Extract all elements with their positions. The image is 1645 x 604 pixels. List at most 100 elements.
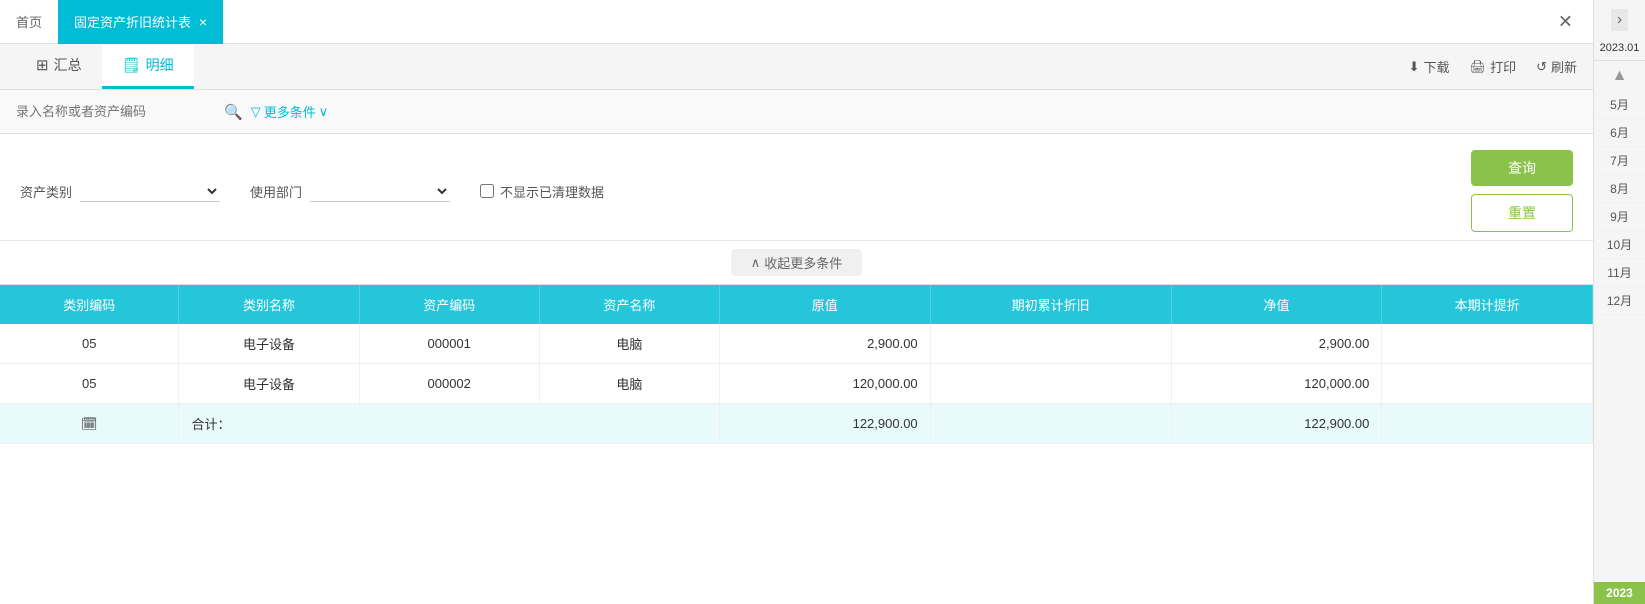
filter-icon: ▽ [251, 104, 261, 120]
active-tab[interactable]: 固定资产折旧统计表 × [58, 0, 223, 44]
filter-bar: 🔍 ▽ 更多条件 ∨ [0, 90, 1593, 134]
filter-action-buttons: 查询 重置 [1471, 150, 1573, 232]
cell-category-name: 电子设备 [179, 324, 359, 364]
download-label: 下载 [1424, 57, 1450, 76]
data-table-container: 类别编码 类别名称 资产编码 资产名称 原值 期初累计折旧 净值 本期计提折 0… [0, 285, 1593, 604]
tab-summary[interactable]: ⊞ 汇总 [16, 44, 102, 89]
total-label: 合计： [179, 404, 719, 444]
tab-detail-label: 明细 [146, 55, 174, 75]
cell-current-period [1382, 324, 1593, 364]
summary-icon: ⊞ [36, 56, 49, 74]
download-icon: ⬇ [1409, 59, 1420, 75]
table-row: 05 电子设备 000002 电脑 120,000.00 120,000.00 [0, 364, 1593, 404]
col-acc-depreciation: 期初累计折旧 [930, 285, 1171, 324]
table-row: 05 电子设备 000001 电脑 2,900.00 2,900.00 [0, 324, 1593, 364]
cell-asset-name: 电脑 [539, 364, 719, 404]
department-select[interactable] [310, 180, 450, 202]
total-acc-depreciation [930, 404, 1171, 444]
home-tab[interactable]: 首页 [16, 12, 58, 31]
table-header-row: 类别编码 类别名称 资产编码 资产名称 原值 期初累计折旧 净值 本期计提折 [0, 285, 1593, 324]
sub-tabs: ⊞ 汇总 🗒 明细 [16, 44, 194, 89]
asset-category-label: 资产类别 [20, 182, 72, 201]
col-net-value: 净值 [1171, 285, 1382, 324]
col-asset-name: 资产名称 [539, 285, 719, 324]
refresh-label: 刷新 [1551, 57, 1577, 76]
sidebar-expand-button[interactable]: › [1594, 4, 1645, 36]
top-nav: 首页 固定资产折旧统计表 × ✕ [0, 0, 1593, 44]
chevron-down-icon: ∨ [319, 104, 329, 120]
sidebar-month-6[interactable]: 6月 [1594, 119, 1645, 147]
query-button[interactable]: 查询 [1471, 150, 1573, 186]
col-asset-code: 资产编码 [359, 285, 539, 324]
print-icon: 🖨 [1470, 59, 1487, 75]
cell-asset-name: 电脑 [539, 324, 719, 364]
hide-cleared-label: 不显示已清理数据 [500, 182, 604, 201]
department-filter: 使用部门 [250, 180, 450, 202]
download-button[interactable]: ⬇ 下载 [1409, 57, 1450, 76]
scroll-up-button[interactable]: ▲ [1606, 61, 1634, 91]
sidebar-month-9[interactable]: 9月 [1594, 203, 1645, 231]
cell-acc-depreciation [930, 324, 1171, 364]
refresh-button[interactable]: ↺ 刷新 [1536, 57, 1577, 76]
cell-net-value: 120,000.00 [1171, 364, 1382, 404]
sidebar-month-5[interactable]: 5月 [1594, 91, 1645, 119]
cell-net-value: 2,900.00 [1171, 324, 1382, 364]
cell-current-period [1382, 364, 1593, 404]
cell-original-value: 2,900.00 [719, 324, 930, 364]
cell-asset-code: 000002 [359, 364, 539, 404]
collapse-label: 收起更多条件 [764, 253, 842, 272]
total-row: 🗓 合计： 122,900.00 122,900.00 [0, 404, 1593, 444]
cell-category-code: 05 [0, 364, 179, 404]
more-conditions-label: 更多条件 [264, 102, 316, 121]
asset-category-filter: 资产类别 [20, 180, 220, 202]
hide-cleared-checkbox[interactable] [480, 184, 494, 198]
search-icon[interactable]: 🔍 [224, 103, 243, 121]
sidebar-month-10[interactable]: 10月 [1594, 231, 1645, 259]
toolbar-actions: ⬇ 下载 🖨 打印 ↺ 刷新 [1409, 57, 1577, 76]
detail-icon: 🗒 [122, 56, 141, 74]
cell-category-name: 电子设备 [179, 364, 359, 404]
year-badge: 2023 [1594, 582, 1645, 604]
hide-cleared-filter: 不显示已清理数据 [480, 182, 604, 201]
print-button[interactable]: 🖨 打印 [1470, 57, 1517, 76]
collapse-button[interactable]: ∧ 收起更多条件 [731, 249, 863, 276]
col-category-code: 类别编码 [0, 285, 179, 324]
active-tab-label: 固定资产折旧统计表 [74, 12, 191, 31]
total-icon: 🗓 [81, 416, 98, 431]
cell-acc-depreciation [930, 364, 1171, 404]
cell-asset-code: 000001 [359, 324, 539, 364]
col-category-name: 类别名称 [179, 285, 359, 324]
sidebar-month-12[interactable]: 12月 [1594, 287, 1645, 315]
col-current-period: 本期计提折 [1382, 285, 1593, 324]
right-sidebar: › 2023.01 ▲ 5月 6月 7月 8月 9月 10月 11月 12月 2… [1593, 0, 1645, 604]
advanced-filter-panel: 资产类别 使用部门 不显示已清理数据 [0, 134, 1593, 241]
filter-row-1: 资产类别 使用部门 不显示已清理数据 [20, 150, 1573, 232]
asset-category-select[interactable] [80, 180, 220, 202]
total-net-value: 122,900.00 [1171, 404, 1382, 444]
tab-close-button[interactable]: × [199, 14, 207, 30]
collapse-bar: ∧ 收起更多条件 [0, 241, 1593, 285]
print-label: 打印 [1490, 57, 1516, 76]
search-input[interactable] [16, 104, 216, 119]
col-original-value: 原值 [719, 285, 930, 324]
department-label: 使用部门 [250, 182, 302, 201]
collapse-icon: ∧ [751, 255, 761, 271]
data-table: 类别编码 类别名称 资产编码 资产名称 原值 期初累计折旧 净值 本期计提折 0… [0, 285, 1593, 444]
cell-original-value: 120,000.00 [719, 364, 930, 404]
total-icon-cell: 🗓 [0, 404, 179, 444]
expand-icon: › [1611, 9, 1628, 31]
sub-tab-bar: ⊞ 汇总 🗒 明细 ⬇ 下载 🖨 打印 ↺ 刷新 [0, 44, 1593, 90]
sidebar-month-7[interactable]: 7月 [1594, 147, 1645, 175]
window-close-button[interactable]: ✕ [1558, 11, 1573, 32]
sidebar-month-8[interactable]: 8月 [1594, 175, 1645, 203]
sidebar-month-11[interactable]: 11月 [1594, 259, 1645, 287]
total-current-period [1382, 404, 1593, 444]
tab-summary-label: 汇总 [54, 55, 82, 75]
refresh-icon: ↺ [1536, 59, 1547, 75]
reset-button[interactable]: 重置 [1471, 194, 1573, 232]
more-conditions-button[interactable]: ▽ 更多条件 ∨ [251, 102, 329, 121]
tab-detail[interactable]: 🗒 明细 [102, 44, 194, 89]
total-original-value: 122,900.00 [719, 404, 930, 444]
cell-category-code: 05 [0, 324, 179, 364]
sidebar-date: 2023.01 [1594, 36, 1645, 61]
